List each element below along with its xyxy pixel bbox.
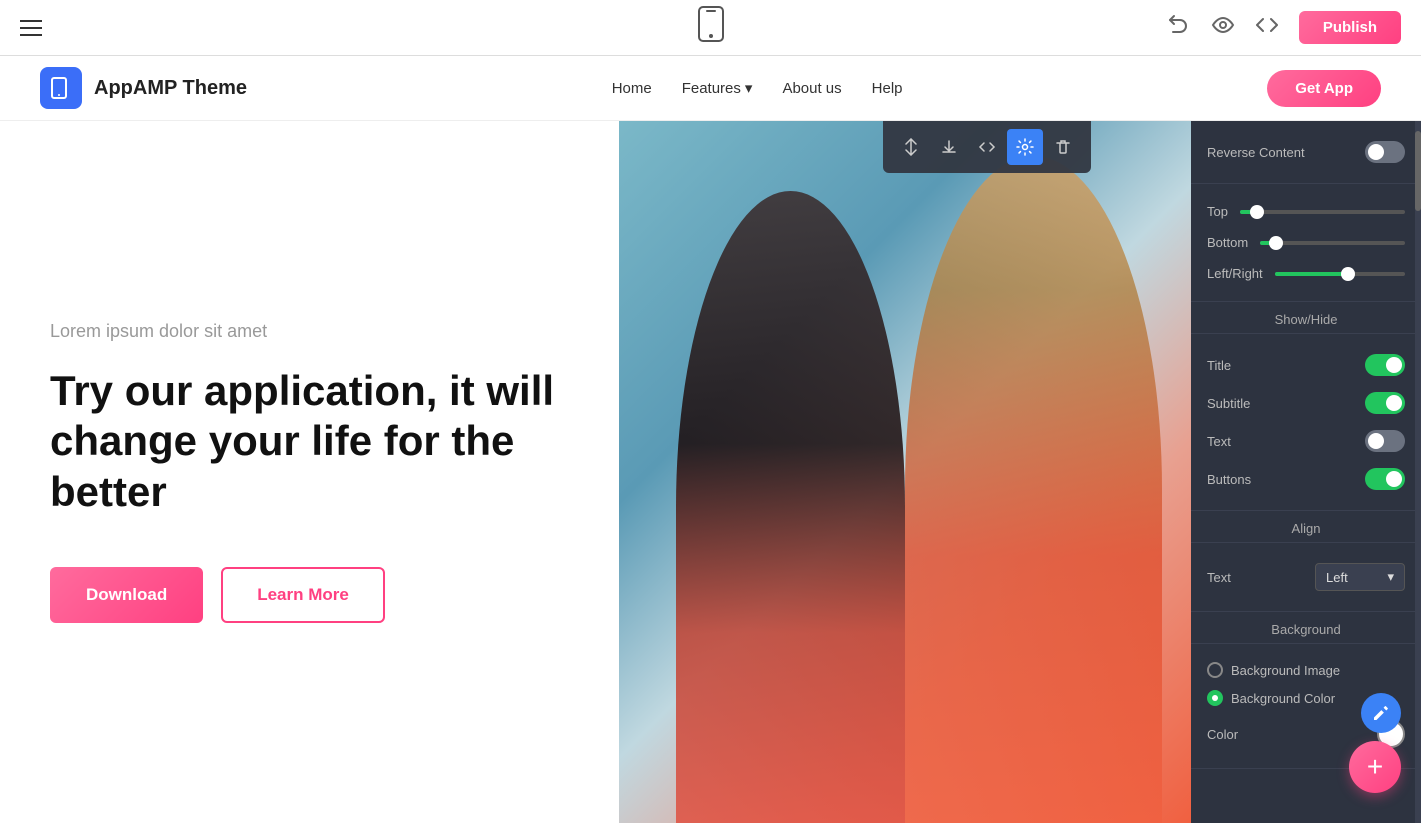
toolbar-delete-icon[interactable] — [1045, 129, 1081, 165]
toolbar-reorder-icon[interactable] — [893, 129, 929, 165]
hero-title: Try our application, it will change your… — [50, 366, 569, 517]
nav-help[interactable]: Help — [872, 80, 903, 97]
bg-color-radio[interactable] — [1207, 690, 1223, 706]
toolbar-download-icon[interactable] — [931, 129, 967, 165]
site-header: AppAMP Theme Home Features ▾ About us He… — [0, 56, 1421, 121]
color-label: Color — [1207, 727, 1238, 742]
showhide-header: Show/Hide — [1191, 302, 1421, 334]
text-align-select[interactable]: Left ▾ — [1315, 563, 1405, 591]
subtitle-toggle[interactable] — [1365, 392, 1405, 414]
select-chevron-icon: ▾ — [1387, 569, 1394, 585]
reverse-content-section: Reverse Content — [1191, 121, 1421, 184]
hero-buttons: Download Learn More — [50, 567, 569, 623]
bg-image-radio[interactable] — [1207, 662, 1223, 678]
main-area: Lorem ipsum dolor sit amet Try our appli… — [0, 121, 1421, 823]
add-section-fab[interactable]: + — [1349, 741, 1401, 793]
title-toggle-row: Title — [1207, 346, 1405, 384]
reverse-content-toggle[interactable] — [1365, 141, 1405, 163]
top-row: Top — [1207, 196, 1405, 227]
buttons-toggle[interactable] — [1365, 468, 1405, 490]
text-slider — [1365, 430, 1405, 452]
section-toolbar — [883, 121, 1091, 173]
hero-left-panel: Lorem ipsum dolor sit amet Try our appli… — [0, 121, 619, 823]
hero-subtitle: Lorem ipsum dolor sit amet — [50, 321, 569, 342]
title-slider — [1365, 354, 1405, 376]
top-slider[interactable] — [1240, 210, 1405, 214]
subtitle-slider — [1365, 392, 1405, 414]
text-align-row: Text Left ▾ — [1207, 555, 1405, 599]
text-align-value: Left — [1326, 570, 1348, 585]
publish-button[interactable]: Publish — [1299, 11, 1401, 44]
toolbar-code-icon[interactable] — [969, 129, 1005, 165]
background-header: Background — [1191, 612, 1421, 644]
reverse-content-row: Reverse Content — [1207, 133, 1405, 171]
subtitle-toggle-label: Subtitle — [1207, 396, 1250, 411]
text-align-label: Text — [1207, 570, 1231, 585]
title-toggle-label: Title — [1207, 358, 1231, 373]
site-logo: AppAMP Theme — [40, 67, 247, 109]
showhide-section: Title Subtitle Text Buttons — [1191, 334, 1421, 511]
leftright-slider[interactable] — [1275, 272, 1405, 276]
preview-icon[interactable] — [1211, 13, 1235, 43]
nav-home[interactable]: Home — [612, 80, 652, 97]
top-bar-center — [697, 6, 725, 49]
bg-color-label: Background Color — [1231, 691, 1335, 706]
bg-image-label: Background Image — [1231, 663, 1340, 678]
buttons-toggle-row: Buttons — [1207, 460, 1405, 498]
undo-icon[interactable] — [1167, 13, 1191, 43]
nav-features[interactable]: Features ▾ — [682, 79, 753, 97]
bottom-row: Bottom — [1207, 227, 1405, 258]
title-toggle[interactable] — [1365, 354, 1405, 376]
learn-more-button[interactable]: Learn More — [221, 567, 385, 623]
top-bar-left — [20, 20, 42, 36]
mobile-view-icon[interactable] — [697, 6, 725, 49]
bg-image-row: Background Image — [1207, 656, 1405, 684]
bottom-label: Bottom — [1207, 235, 1248, 250]
hamburger-menu[interactable] — [20, 20, 42, 36]
hero-section: Lorem ipsum dolor sit amet Try our appli… — [0, 121, 1191, 823]
code-icon[interactable] — [1255, 13, 1279, 43]
text-toggle[interactable] — [1365, 430, 1405, 452]
top-label: Top — [1207, 204, 1228, 219]
logo-text: AppAMP Theme — [94, 77, 247, 100]
download-button[interactable]: Download — [50, 567, 203, 623]
text-toggle-row: Text — [1207, 422, 1405, 460]
spacing-section: Top Bottom Left/Right — [1191, 184, 1421, 302]
reverse-content-label: Reverse Content — [1207, 145, 1305, 160]
reverse-content-slider — [1365, 141, 1405, 163]
logo-icon — [40, 67, 82, 109]
features-dropdown-icon: ▾ — [745, 79, 753, 97]
panel-scrollbar-thumb[interactable] — [1415, 131, 1421, 211]
subtitle-toggle-row: Subtitle — [1207, 384, 1405, 422]
text-toggle-label: Text — [1207, 434, 1231, 449]
buttons-toggle-label: Buttons — [1207, 472, 1251, 487]
toolbar-settings-icon[interactable] — [1007, 129, 1043, 165]
hero-right-panel — [619, 121, 1191, 823]
leftright-label: Left/Right — [1207, 266, 1263, 281]
top-bar: Publish — [0, 0, 1421, 56]
align-header: Align — [1191, 511, 1421, 543]
bottom-slider[interactable] — [1260, 241, 1405, 245]
panel-scrollbar — [1415, 121, 1421, 823]
edit-fab[interactable] — [1361, 693, 1401, 733]
hero-image — [619, 121, 1191, 823]
nav-about[interactable]: About us — [782, 80, 841, 97]
align-section: Text Left ▾ — [1191, 543, 1421, 612]
site-nav: Home Features ▾ About us Help — [612, 79, 903, 97]
buttons-slider — [1365, 468, 1405, 490]
top-bar-right: Publish — [1167, 11, 1401, 44]
leftright-row: Left/Right — [1207, 258, 1405, 289]
get-app-button[interactable]: Get App — [1267, 70, 1381, 107]
